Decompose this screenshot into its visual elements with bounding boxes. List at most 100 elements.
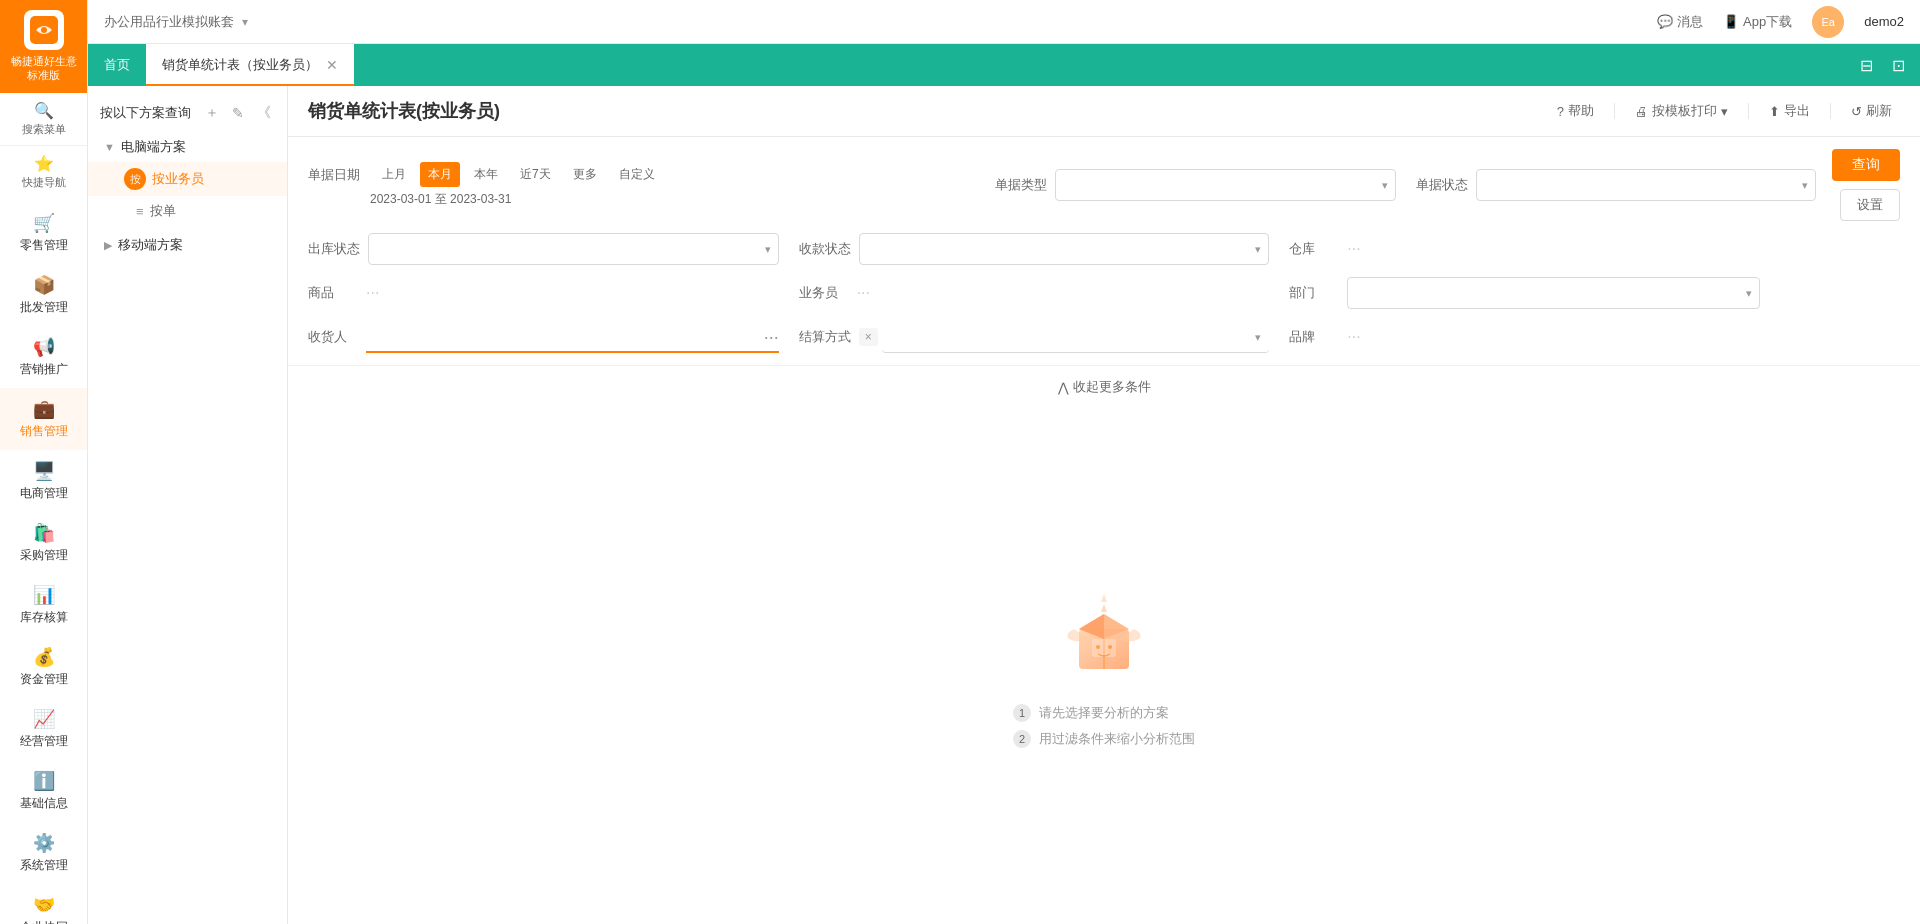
query-button[interactable]: 查询 (1832, 149, 1900, 181)
department-control: ▾ (1347, 277, 1760, 309)
tabbar: 首页 销货单统计表（按业务员） ✕ ⊟ ⊡ (88, 44, 1920, 86)
brand-control: ··· (1347, 328, 1760, 346)
doc-type-select[interactable] (1055, 169, 1395, 201)
wholesale-icon: 📦 (33, 274, 55, 296)
inventory-icon: 📊 (33, 584, 55, 606)
sidebar-item-sales[interactable]: 💼 销售管理 (0, 388, 87, 450)
empty-tips: 1 请先选择要分析的方案 2 用过滤条件来缩小分析范围 (1013, 704, 1195, 748)
staff-label: 业务员 (799, 284, 849, 302)
refresh-btn[interactable]: ↺ 刷新 (1843, 98, 1900, 124)
sidebar-item-basic[interactable]: ℹ️ 基础信息 (0, 760, 87, 822)
department-label: 部门 (1289, 284, 1339, 302)
logo-icon (24, 10, 64, 50)
payment-select[interactable] (859, 233, 1270, 265)
enterprise-icon: 🤝 (33, 894, 55, 916)
user-avatar[interactable]: Ea (1812, 6, 1844, 38)
print-icon: 🖨 (1635, 104, 1648, 119)
tree-item-mobile[interactable]: ▶ 移动端方案 (88, 230, 287, 260)
sidebar-item-operations[interactable]: 📈 经营管理 (0, 698, 87, 760)
app-download-btn[interactable]: 📱 App下载 (1723, 13, 1792, 31)
sidebar-item-finance[interactable]: 💰 资金管理 (0, 636, 87, 698)
receiver-input[interactable] (366, 321, 779, 353)
tab-home[interactable]: 首页 (88, 44, 146, 86)
doc-type-label: 单据类型 (995, 176, 1047, 194)
filter-goods: 商品 ··· (308, 284, 779, 302)
doc-status-select[interactable] (1476, 169, 1816, 201)
tip-num-2: 2 (1013, 730, 1031, 748)
date-filter: 上月 本月 本年 近7天 更多 自定义 (374, 162, 663, 187)
date-btn-custom[interactable]: 自定义 (611, 162, 663, 187)
staff-scheme-icon: 按 (124, 168, 146, 190)
staff-dots[interactable]: ··· (857, 284, 870, 302)
svg-point-7 (1096, 645, 1100, 649)
receiver-dots[interactable]: ··· (764, 327, 779, 348)
collapse-label: 收起更多条件 (1073, 378, 1151, 396)
date-btn-7days[interactable]: 近7天 (512, 162, 559, 187)
filter-area: 单据日期 上月 本月 本年 近7天 更多 自定义 2023-03-0 (288, 137, 1920, 365)
sidebar-item-system[interactable]: ⚙️ 系统管理 (0, 822, 87, 884)
user-initial: Ea (1822, 16, 1835, 28)
sidebar-item-wholesale[interactable]: 📦 批发管理 (0, 264, 87, 326)
goods-dots[interactable]: ··· (366, 284, 379, 302)
filter-settlement: 结算方式 × ▾ (799, 321, 1270, 353)
page-title-row: 销货单统计表(按业务员) ? 帮助 🖨 按模板打印 ▾ (308, 98, 1900, 124)
sidebar-item-ecommerce[interactable]: 🖥️ 电商管理 (0, 450, 87, 512)
tab-expand-icon[interactable]: ⊡ (1884, 51, 1912, 79)
sidebar-item-purchase[interactable]: 🛍️ 采购管理 (0, 512, 87, 574)
date-btn-this-year[interactable]: 本年 (466, 162, 506, 187)
topbar: 办公用品行业模拟账套 ▾ 💬 消息 📱 App下载 Ea demo2 (88, 0, 1920, 44)
goods-control: ··· (366, 284, 779, 302)
tree-child2-by-order[interactable]: ≡ 按单 (88, 196, 287, 226)
filter-date: 单据日期 上月 本月 本年 近7天 更多 自定义 2023-03-0 (308, 162, 975, 208)
messages-icon: 💬 (1657, 14, 1673, 29)
collapse-row: ⋀ 收起更多条件 (288, 365, 1920, 408)
topbar-arrow: ▾ (242, 15, 248, 29)
delivery-control: ▾ (368, 233, 779, 265)
delivery-select[interactable] (368, 233, 779, 265)
filter-brand: 品牌 ··· (1289, 328, 1760, 346)
inventory-label: 库存核算 (20, 609, 68, 626)
export-label: 导出 (1784, 102, 1810, 120)
tab-close-icon[interactable]: ✕ (326, 57, 338, 73)
settings-button[interactable]: 设置 (1840, 189, 1900, 221)
messages-btn[interactable]: 💬 消息 (1657, 13, 1703, 31)
settlement-tag-close[interactable]: × (865, 330, 872, 344)
date-btn-last-month[interactable]: 上月 (374, 162, 414, 187)
sidebar-item-inventory[interactable]: 📊 库存核算 (0, 574, 87, 636)
date-btn-more[interactable]: 更多 (565, 162, 605, 187)
department-select[interactable] (1347, 277, 1760, 309)
filter-staff: 业务员 ··· (799, 284, 1270, 302)
date-btn-this-month[interactable]: 本月 (420, 162, 460, 187)
settlement-select[interactable] (882, 321, 1270, 353)
tab-sales-stats[interactable]: 销货单统计表（按业务员） ✕ (146, 44, 354, 86)
basic-icon: ℹ️ (33, 770, 55, 792)
username[interactable]: demo2 (1864, 14, 1904, 29)
edit-scheme-btn[interactable]: ✎ (227, 102, 249, 124)
collapse-btn[interactable]: ⋀ 收起更多条件 (1046, 374, 1163, 400)
help-btn[interactable]: ? 帮助 (1549, 98, 1602, 124)
topbar-right: 💬 消息 📱 App下载 Ea demo2 (1657, 6, 1904, 38)
tab-minimize-icon[interactable]: ⊟ (1852, 51, 1880, 79)
warehouse-dots[interactable]: ··· (1347, 240, 1360, 258)
retail-icon: 🛒 (33, 212, 55, 234)
print-btn[interactable]: 🖨 按模板打印 ▾ (1627, 98, 1736, 124)
sidebar-item-enterprise[interactable]: 🤝 企业协同 (0, 884, 87, 924)
divider-help (1614, 103, 1615, 119)
quick-nav[interactable]: ⭐ 快捷导航 (0, 146, 87, 198)
export-btn[interactable]: ⬆ 导出 (1761, 98, 1818, 124)
enterprise-label: 企业协同 (20, 919, 68, 924)
app-logo[interactable]: 畅捷通好生意 标准版 (0, 0, 87, 93)
collapse-panel-btn[interactable]: 《 (253, 102, 275, 124)
add-scheme-btn[interactable]: ＋ (201, 102, 223, 124)
search-menu[interactable]: 🔍 搜索菜单 (0, 93, 87, 146)
by-order-icon: ≡ (136, 204, 144, 219)
settlement-label: 结算方式 (799, 328, 851, 346)
sidebar-item-marketing[interactable]: 📢 营销推广 (0, 326, 87, 388)
tree-child-by-staff[interactable]: 按 按业务员 (88, 162, 287, 196)
empty-illustration (1054, 584, 1154, 684)
sidebar-item-retail[interactable]: 🛒 零售管理 (0, 202, 87, 264)
wholesale-label: 批发管理 (20, 299, 68, 316)
tree-item-pc[interactable]: ▼ 电脑端方案 (88, 132, 287, 162)
brand-dots[interactable]: ··· (1347, 328, 1360, 346)
page-actions: ? 帮助 🖨 按模板打印 ▾ ⬆ 导出 (1549, 98, 1900, 124)
